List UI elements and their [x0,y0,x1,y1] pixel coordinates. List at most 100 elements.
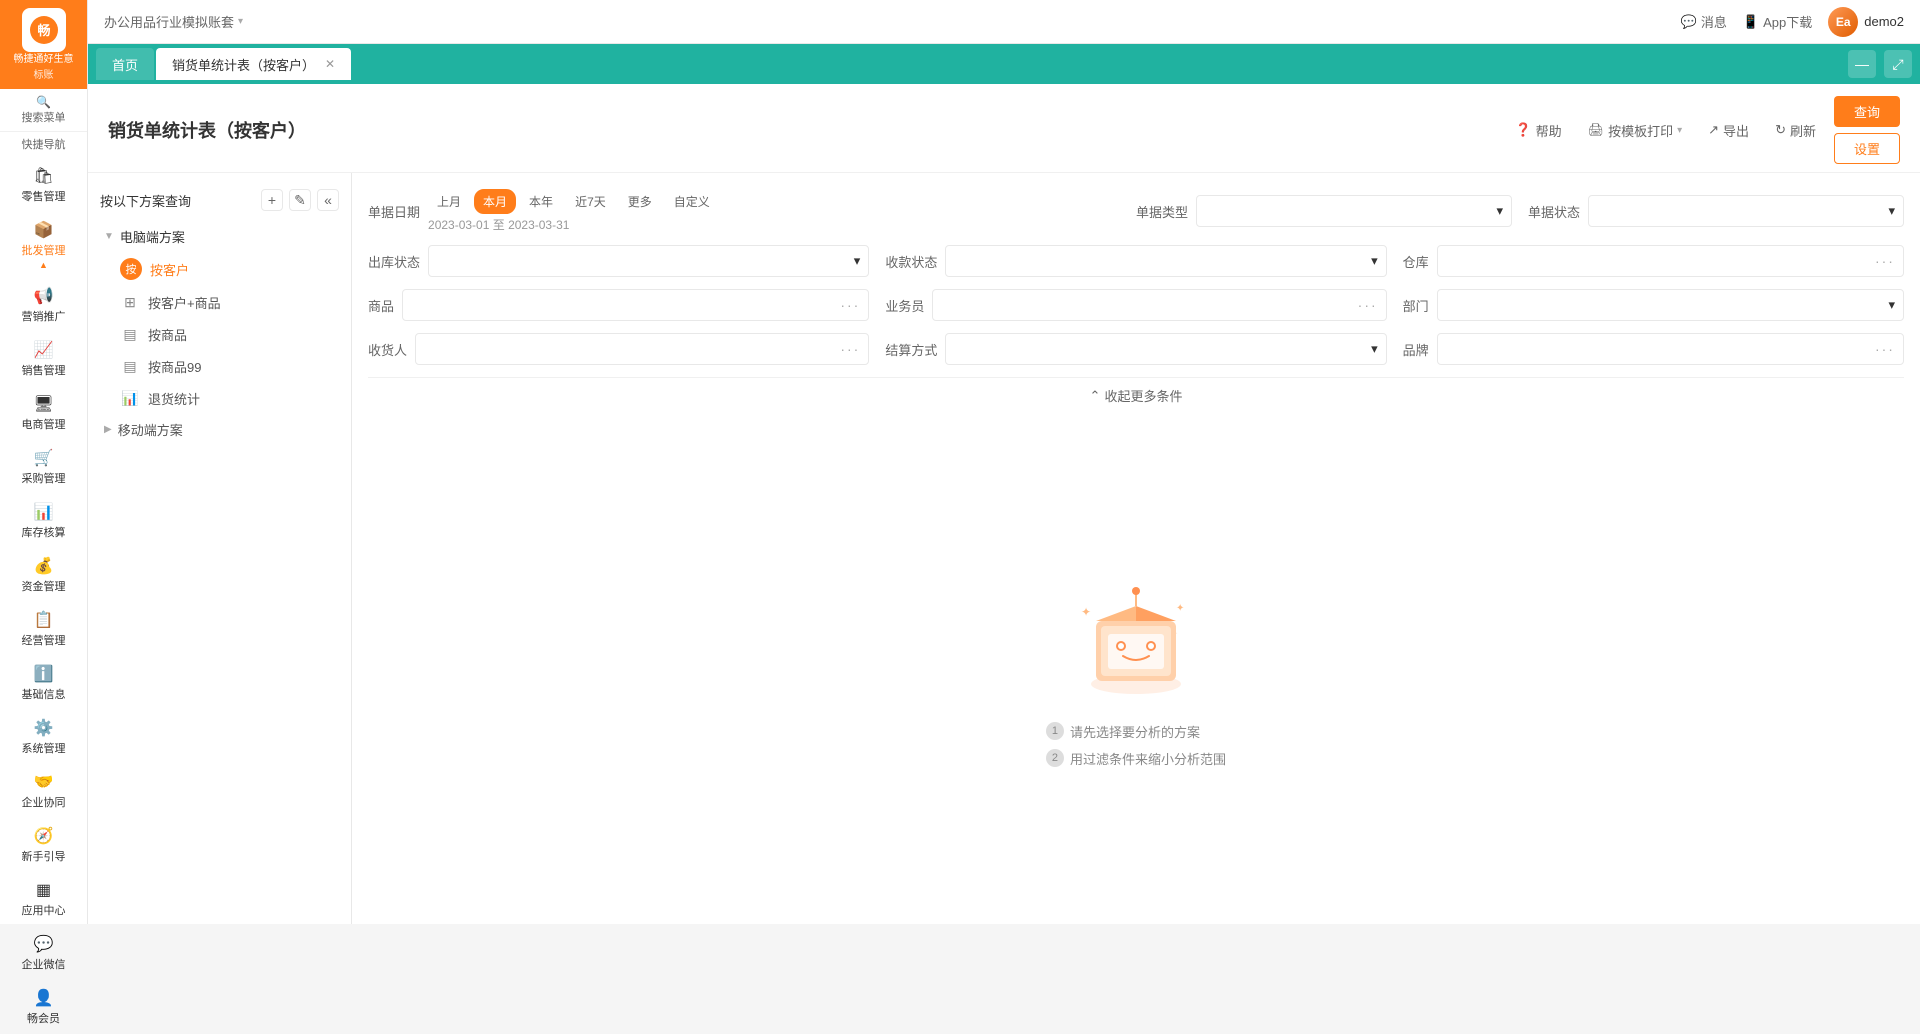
filter-doc-type: 单据类型 ▾ [1136,195,1512,227]
empty-hint-1: 1 请先选择要分析的方案 [1046,722,1226,741]
empty-hint-2: 2 用过滤条件来缩小分析范围 [1046,749,1226,768]
collapse-filters-button[interactable]: ⌃ 收起更多条件 [368,377,1904,413]
staff-dots-icon: ··· [1358,297,1378,313]
tree-mobile-section[interactable]: ▶ 移动端方案 [88,414,351,445]
sidebar-item-sales[interactable]: 📈 销售管理 [0,332,87,386]
settlement-select[interactable]: ▾ [945,333,1386,365]
logo-text: 畅捷通好生意 [14,54,74,66]
tree-pc-section[interactable]: ▼ 电脑端方案 [88,221,351,252]
dept-select[interactable]: ▾ [1437,289,1904,321]
user-menu[interactable]: Ea demo2 [1828,7,1904,37]
avatar: Ea [1828,7,1858,37]
customer-goods-label: 按客户+商品 [148,293,221,312]
search-icon: 🔍 [4,95,83,109]
tree-item-goods[interactable]: ▤ 按商品 [88,318,351,350]
warehouse-select[interactable]: ··· [1437,245,1904,277]
sidebar-item-basic[interactable]: ℹ️ 基础信息 [0,656,87,710]
sidebar-item-guide[interactable]: 🧭 新手引导 [0,818,87,872]
sidebar-item-corp-collab[interactable]: 🤝 企业协同 [0,764,87,818]
refresh-button[interactable]: ↻ 刷新 [1767,117,1824,144]
sidebar-item-marketing[interactable]: 📢 营销推广 [0,278,87,332]
sidebar-item-inventory[interactable]: 📊 库存核算 [0,494,87,548]
goods99-label: 按商品99 [148,357,201,376]
sidebar-item-system[interactable]: ⚙️ 系统管理 [0,710,87,764]
query-button[interactable]: 查询 [1834,96,1900,127]
filter-warehouse: 仓库 ··· [1403,245,1904,277]
page-actions: ❓ 帮助 🖨 按模板打印 ▾ ↗ 导出 ↻ 刷新 [1507,96,1900,164]
tree-item-goods99[interactable]: ▤ 按商品99 [88,350,351,382]
sidebar-item-retail[interactable]: 🛍 零售管理 [0,158,87,212]
sidebar-item-purchase[interactable]: 🛒 采购管理 [0,440,87,494]
panel-edit-button[interactable]: ✎ [289,189,311,211]
filter-pay-status: 收款状态 ▾ [885,245,1386,277]
tab-maximize-button[interactable]: ⤢ [1884,50,1912,78]
receiver-select[interactable]: ··· [415,333,869,365]
tab-home[interactable]: 首页 [96,48,154,80]
sidebar-item-wecom[interactable]: 💬 企业微信 [0,926,87,980]
staff-label: 业务员 [885,296,924,315]
date-tab-this-year[interactable]: 本年 [520,189,562,214]
svg-text:✦: ✦ [1171,629,1178,638]
left-panel: 按以下方案查询 + ✎ « ▼ 电脑端方案 [88,173,352,924]
export-icon: ↗ [1708,122,1719,138]
template-print-button[interactable]: 🖨 按模板打印 ▾ [1580,117,1691,144]
date-tab-last-month[interactable]: 上月 [428,189,470,214]
sidebar-item-appcenter[interactable]: ▦ 应用中心 [0,872,87,926]
out-status-select[interactable]: ▾ [428,245,869,277]
marketing-icon: 📢 [34,286,54,306]
tree-item-customer[interactable]: 按 按客户 [88,252,351,286]
date-tab-this-month[interactable]: 本月 [474,189,516,214]
logo[interactable]: 畅 畅捷通好生意 标账 [0,0,87,89]
sidebar-item-wholesale[interactable]: 📦 批发管理 ▲ [0,212,87,278]
doc-type-select[interactable]: ▾ [1196,195,1512,227]
export-button[interactable]: ↗ 导出 [1700,117,1757,144]
date-tab-7days[interactable]: 近7天 [566,189,615,214]
brand-label: 品牌 [1403,340,1429,359]
svg-text:✦: ✦ [1081,605,1091,619]
page-body: 按以下方案查询 + ✎ « ▼ 电脑端方案 [88,173,1920,924]
download-icon: 📱 [1743,14,1759,30]
customer-icon: 按 [120,258,142,280]
mobile-expand-icon: ▶ [104,424,112,435]
customer-goods-icon: ⊞ [120,292,140,312]
panel-collapse-button[interactable]: « [317,189,339,211]
staff-select[interactable]: ··· [932,289,1386,321]
app-download-button[interactable]: 📱 App下载 [1743,12,1812,31]
inventory-icon: 📊 [34,502,54,522]
empty-text: 1 请先选择要分析的方案 2 用过滤条件来缩小分析范围 [1046,722,1226,768]
logo-icon: 畅 [22,8,66,52]
quick-nav[interactable]: 快捷导航 [0,132,87,154]
tree-item-customer-goods[interactable]: ⊞ 按客户+商品 [88,286,351,318]
search-menu[interactable]: 🔍 搜索菜单 [0,89,87,132]
page-title: 销货单统计表（按客户） [108,117,306,143]
report-tab-label: 销货单统计表（按客户） [172,55,315,74]
tree-item-return-stats[interactable]: 📊 退货统计 [88,382,351,414]
sidebar-item-operations[interactable]: 📋 经营管理 [0,602,87,656]
goods-icon: ▤ [120,324,140,344]
filter-row-3: 商品 ··· 业务员 ··· [368,289,1904,321]
settings-button[interactable]: 设置 [1834,133,1900,164]
pay-status-select[interactable]: ▾ [945,245,1386,277]
dept-chevron-icon: ▾ [1888,297,1895,313]
filter-row-2: 出库状态 ▾ 收款状态 ▾ [368,245,1904,277]
topbar-chevron-icon[interactable]: ▾ [238,16,243,27]
sidebar-item-ecommerce[interactable]: 🖥 电商管理 [0,386,87,440]
message-button[interactable]: 💬 消息 [1681,12,1727,31]
print-icon: 🖨 [1588,122,1605,138]
dept-label: 部门 [1403,296,1429,315]
date-tab-custom[interactable]: 自定义 [665,189,719,214]
tab-minimize-button[interactable]: — [1848,50,1876,78]
tab-close-icon[interactable]: ✕ [325,57,335,71]
goods-select[interactable]: ··· [402,289,869,321]
date-tab-more[interactable]: 更多 [619,189,661,214]
sidebar-item-finance[interactable]: 💰 资金管理 [0,548,87,602]
doc-status-chevron-icon: ▾ [1888,203,1895,219]
date-label: 单据日期 [368,202,420,221]
doc-status-select[interactable]: ▾ [1588,195,1904,227]
panel-add-button[interactable]: + [261,189,283,211]
sidebar-item-member[interactable]: 👤 畅会员 [0,980,87,1034]
help-button[interactable]: ❓ 帮助 [1507,117,1569,144]
corp-collab-icon: 🤝 [34,772,54,792]
tab-report[interactable]: 销货单统计表（按客户） ✕ [156,48,351,80]
brand-select[interactable]: ··· [1437,333,1904,365]
